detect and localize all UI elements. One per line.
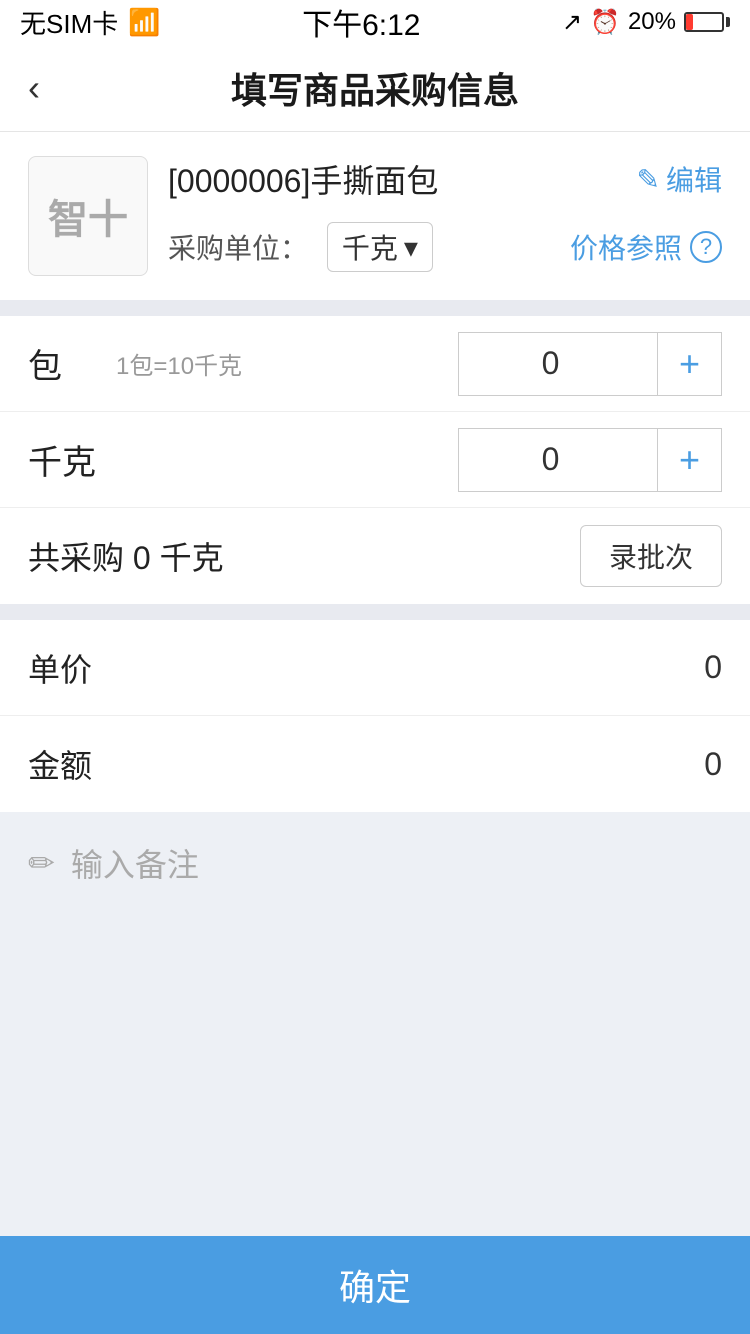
nav-bar: ‹ 填写商品采购信息 [0, 44, 750, 132]
price-ref-label: 价格参照 [570, 227, 682, 267]
edit-icon: ✎ [637, 163, 660, 196]
edit-label: 编辑 [666, 159, 722, 199]
summary-text: 共采购 0 千克 [28, 533, 224, 579]
help-icon: ? [690, 231, 722, 263]
amount-value: 0 [704, 746, 722, 783]
status-right: ↗ ⏰ 20% [562, 8, 730, 37]
price-reference-button[interactable]: 价格参照 ? [570, 227, 722, 267]
package-label: 包 [28, 339, 108, 388]
product-name: [0000006]手撕面包 [168, 156, 438, 202]
pencil-icon: ✏ [28, 844, 55, 882]
unit-value: 千克 [342, 227, 398, 267]
product-info: [0000006]手撕面包 ✎ 编辑 采购单位： 千克 ▾ 价格参照 ? [168, 156, 722, 272]
product-card: 智十 [0000006]手撕面包 ✎ 编辑 采购单位： 千克 ▾ [0, 132, 750, 300]
batch-record-button[interactable]: 录批次 [580, 525, 722, 587]
status-time: 下午6:12 [302, 0, 420, 44]
divider-2 [0, 604, 750, 620]
divider-1 [0, 300, 750, 316]
unit-select[interactable]: 千克 ▾ [327, 222, 433, 272]
note-section[interactable]: ✏ 输入备注 [0, 812, 750, 914]
package-input-row: 包 1包=10千克 + [0, 316, 750, 412]
spacer [0, 914, 750, 1236]
package-plus-button[interactable]: + [658, 332, 722, 396]
page-title: 填写商品采购信息 [231, 62, 519, 114]
kg-input-row: 千克 + [0, 412, 750, 508]
alarm-icon: ⏰ [590, 8, 620, 37]
package-quantity-input[interactable] [458, 332, 658, 396]
battery-text: 20% [628, 8, 676, 36]
amount-label: 金额 [28, 741, 92, 787]
unit-price-label: 单价 [28, 645, 92, 691]
status-left: 无SIM卡 📶 [20, 4, 161, 41]
product-logo: 智十 [48, 187, 128, 245]
status-bar: 无SIM卡 📶 下午6:12 ↗ ⏰ 20% [0, 0, 750, 44]
input-section: 包 1包=10千克 + 千克 + [0, 316, 750, 508]
location-icon: ↗ [562, 8, 582, 37]
product-name-row: [0000006]手撕面包 ✎ 编辑 [168, 156, 722, 202]
battery-indicator [684, 12, 730, 32]
product-thumbnail: 智十 [28, 156, 148, 276]
kg-label: 千克 [28, 435, 108, 484]
kg-plus-button[interactable]: + [658, 428, 722, 492]
carrier-text: 无SIM卡 [20, 4, 118, 41]
unit-price-value: 0 [704, 649, 722, 686]
kg-quantity-input[interactable] [458, 428, 658, 492]
package-sublabel: 1包=10千克 [116, 346, 458, 381]
kg-input-group: + [458, 428, 722, 492]
amount-row: 金额 0 [0, 716, 750, 812]
unit-label: 采购单位： [168, 233, 308, 264]
unit-dropdown-arrow: ▾ [404, 231, 418, 264]
wifi-icon: 📶 [128, 7, 160, 38]
package-input-group: + [458, 332, 722, 396]
unit-group: 采购单位： 千克 ▾ [168, 222, 433, 272]
price-section: 单价 0 金额 0 [0, 620, 750, 812]
product-unit-row: 采购单位： 千克 ▾ 价格参照 ? [168, 222, 722, 272]
unit-price-row: 单价 0 [0, 620, 750, 716]
confirm-button[interactable]: 确定 [0, 1236, 750, 1334]
note-placeholder: 输入备注 [71, 840, 199, 886]
summary-row: 共采购 0 千克 录批次 [0, 508, 750, 604]
back-button[interactable]: ‹ [28, 67, 40, 109]
edit-button[interactable]: ✎ 编辑 [637, 159, 722, 199]
